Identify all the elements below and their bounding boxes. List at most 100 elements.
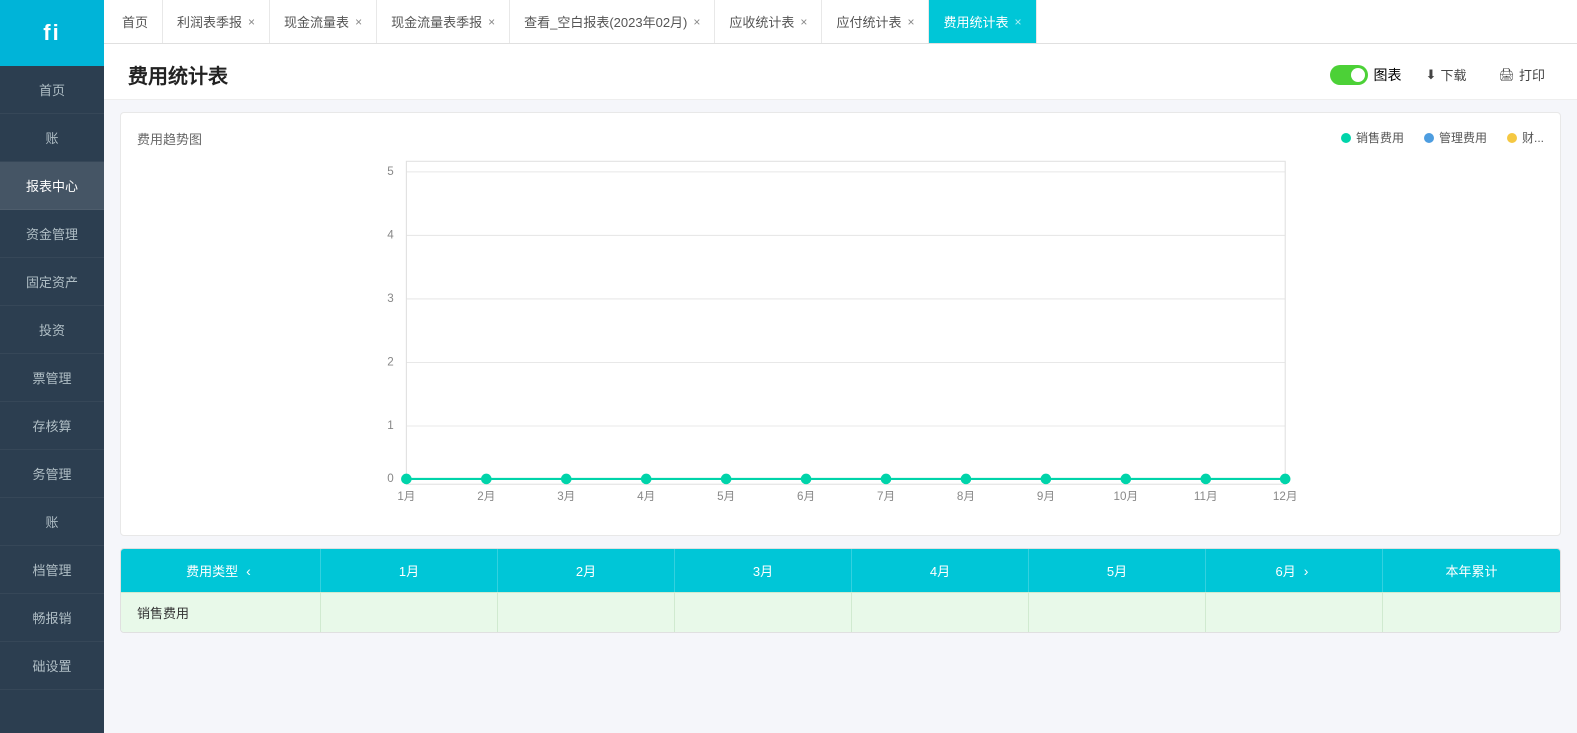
svg-text:5: 5 bbox=[387, 165, 393, 178]
svg-text:9月: 9月 bbox=[1037, 490, 1055, 503]
chart-point-11 bbox=[1201, 474, 1212, 485]
row-type-label: 销售费用 bbox=[121, 593, 321, 632]
svg-text:7月: 7月 bbox=[877, 490, 895, 503]
sidebar-logo: fi bbox=[0, 0, 104, 66]
sidebar-item-home[interactable]: 首页 bbox=[0, 66, 104, 114]
svg-text:8月: 8月 bbox=[957, 490, 975, 503]
page-title: 费用统计表 bbox=[128, 60, 228, 89]
svg-text:5月: 5月 bbox=[717, 490, 735, 503]
tab-expense-stats[interactable]: 费用统计表 × bbox=[929, 0, 1036, 44]
chart-point-4 bbox=[641, 474, 652, 485]
svg-text:12月: 12月 bbox=[1273, 490, 1298, 503]
tab-close-cashflow-quarterly[interactable]: × bbox=[488, 15, 495, 29]
legend-label-sales: 销售费用 bbox=[1356, 129, 1404, 146]
col-month-6: 6月 › bbox=[1206, 549, 1383, 592]
svg-text:10月: 10月 bbox=[1114, 490, 1139, 503]
tab-home[interactable]: 首页 bbox=[108, 0, 163, 44]
sidebar-item-service[interactable]: 务管理 bbox=[0, 450, 104, 498]
tab-close-payable[interactable]: × bbox=[907, 15, 914, 29]
tab-cashflow[interactable]: 现金流量表 × bbox=[270, 0, 377, 44]
chart-point-9 bbox=[1041, 474, 1052, 485]
download-icon: ⬇ bbox=[1426, 67, 1437, 83]
col-month-4: 4月 bbox=[852, 549, 1029, 592]
chart-section: 费用趋势图 销售费用 管理费用 财... bbox=[120, 112, 1561, 536]
tab-cashflow-quarterly[interactable]: 现金流量表季报 × bbox=[377, 0, 510, 44]
sidebar-item-expense[interactable]: 畅报销 bbox=[0, 594, 104, 642]
sidebar-item-reports[interactable]: 报表中心 bbox=[0, 162, 104, 210]
content-area: 费用统计表 图表 ⬇ 下载 🖨 打印 费用趋势图 bbox=[104, 44, 1577, 733]
col-month-1: 1月 bbox=[321, 549, 498, 592]
download-label: 下载 bbox=[1440, 65, 1466, 84]
sidebar-item-archive[interactable]: 档管理 bbox=[0, 546, 104, 594]
tab-close-blank-report[interactable]: × bbox=[693, 15, 700, 29]
tab-receivable[interactable]: 应收统计表 × bbox=[715, 0, 822, 44]
chart-toggle-wrap[interactable]: 图表 bbox=[1330, 65, 1402, 85]
row-ytd bbox=[1383, 593, 1560, 632]
print-icon: 🖨 bbox=[1498, 67, 1515, 83]
svg-text:1月: 1月 bbox=[397, 490, 415, 503]
col-type: 费用类型 ‹ bbox=[121, 549, 321, 592]
chart-point-6 bbox=[801, 474, 812, 485]
row-m3 bbox=[675, 593, 852, 632]
table-row: 销售费用 bbox=[121, 592, 1560, 632]
chart-point-7 bbox=[881, 474, 892, 485]
svg-text:2: 2 bbox=[387, 356, 393, 369]
legend-sales: 销售费用 bbox=[1341, 129, 1404, 146]
chart-point-8 bbox=[961, 474, 972, 485]
legend-management: 管理费用 bbox=[1424, 129, 1487, 146]
sidebar-item-tickets[interactable]: 票管理 bbox=[0, 354, 104, 402]
chart-point-12 bbox=[1280, 474, 1291, 485]
page-header: 费用统计表 图表 ⬇ 下载 🖨 打印 bbox=[104, 44, 1577, 100]
tab-close-cashflow[interactable]: × bbox=[355, 15, 362, 29]
legend-label-finance: 财... bbox=[1522, 129, 1544, 146]
chart-point-3 bbox=[561, 474, 572, 485]
tab-close-receivable[interactable]: × bbox=[800, 15, 807, 29]
chart-toggle[interactable] bbox=[1330, 65, 1368, 85]
prev-arrow[interactable]: ‹ bbox=[242, 563, 255, 579]
chart-point-2 bbox=[481, 474, 492, 485]
tab-close-expense-stats[interactable]: × bbox=[1014, 15, 1021, 29]
svg-text:6月: 6月 bbox=[797, 490, 815, 503]
sidebar-item-invest[interactable]: 投资 bbox=[0, 306, 104, 354]
col-month-2: 2月 bbox=[498, 549, 675, 592]
chart-toggle-label: 图表 bbox=[1374, 65, 1402, 85]
row-m2 bbox=[498, 593, 675, 632]
tab-payable[interactable]: 应付统计表 × bbox=[822, 0, 929, 44]
tab-profit-quarterly[interactable]: 利润表季报 × bbox=[163, 0, 270, 44]
row-m5 bbox=[1029, 593, 1206, 632]
print-label: 打印 bbox=[1519, 65, 1545, 84]
tab-close-profit-quarterly[interactable]: × bbox=[248, 15, 255, 29]
row-m6 bbox=[1206, 593, 1383, 632]
sidebar-item-ledger[interactable]: 账 bbox=[0, 498, 104, 546]
expense-table: 费用类型 ‹ 1月 2月 3月 4月 5月 bbox=[120, 548, 1561, 633]
svg-text:3: 3 bbox=[387, 292, 393, 305]
svg-text:3月: 3月 bbox=[557, 490, 575, 503]
legend-dot-finance bbox=[1507, 133, 1517, 143]
sidebar-item-settings[interactable]: 础设置 bbox=[0, 642, 104, 690]
sidebar-item-account[interactable]: 账 bbox=[0, 114, 104, 162]
chart-point-1 bbox=[401, 474, 412, 485]
svg-text:1: 1 bbox=[387, 419, 393, 432]
svg-text:11月: 11月 bbox=[1194, 490, 1218, 503]
sidebar-item-assets[interactable]: 固定资产 bbox=[0, 258, 104, 306]
legend-label-management: 管理费用 bbox=[1439, 129, 1487, 146]
sidebar-item-funds[interactable]: 资金管理 bbox=[0, 210, 104, 258]
row-m1 bbox=[321, 593, 498, 632]
legend-dot-management bbox=[1424, 133, 1434, 143]
table-header: 费用类型 ‹ 1月 2月 3月 4月 5月 bbox=[121, 549, 1560, 592]
col-ytd: 本年累计 bbox=[1383, 549, 1560, 592]
tab-blank-report[interactable]: 查看_空白报表(2023年02月) × bbox=[510, 0, 715, 44]
col-month-5: 5月 bbox=[1029, 549, 1206, 592]
legend-dot-sales bbox=[1341, 133, 1351, 143]
svg-text:4月: 4月 bbox=[637, 490, 655, 503]
chart-wrap: 5 4 3 2 1 0 bbox=[137, 156, 1544, 519]
svg-text:0: 0 bbox=[387, 472, 394, 485]
next-arrow[interactable]: › bbox=[1300, 563, 1313, 579]
sidebar: fi 首页 账 报表中心 资金管理 固定资产 投资 票管理 存核算 务管理 账 … bbox=[0, 0, 104, 733]
print-button[interactable]: 🖨 打印 bbox=[1490, 61, 1553, 88]
sidebar-item-inventory[interactable]: 存核算 bbox=[0, 402, 104, 450]
svg-text:4: 4 bbox=[387, 229, 394, 242]
chart-title: 费用趋势图 bbox=[137, 129, 202, 148]
download-button[interactable]: ⬇ 下载 bbox=[1418, 61, 1475, 88]
chart-legend: 销售费用 管理费用 财... bbox=[1341, 129, 1544, 146]
